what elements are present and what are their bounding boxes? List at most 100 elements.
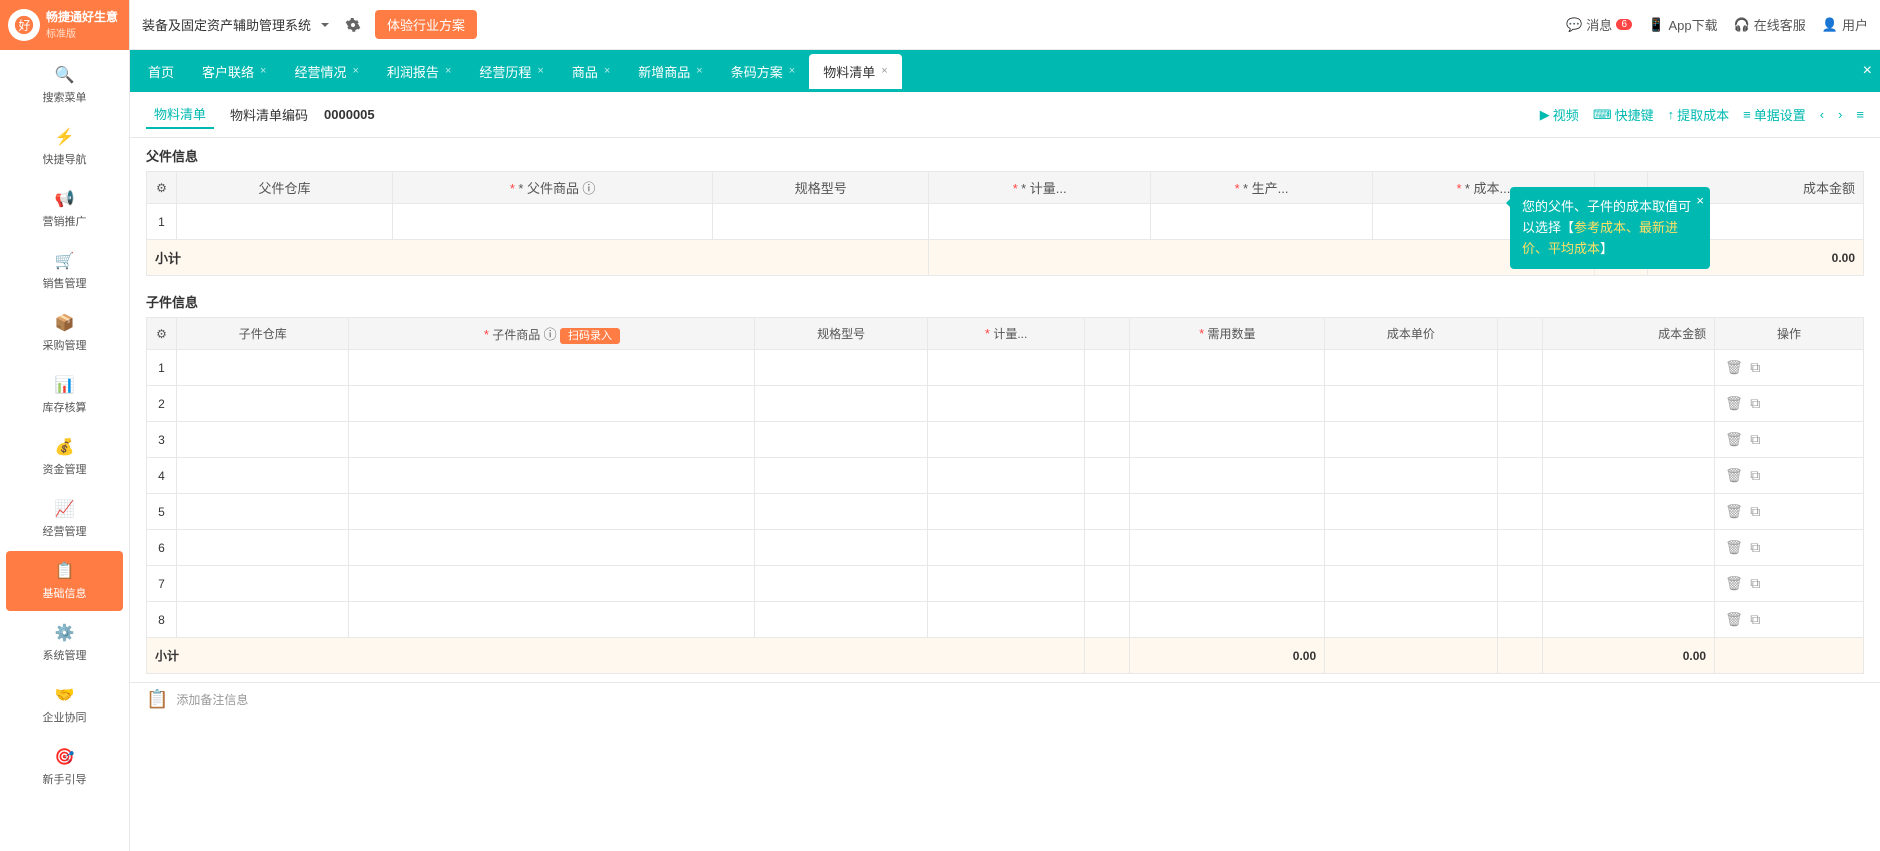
child-warehouse-cell[interactable] <box>177 350 349 386</box>
delete-icon[interactable]: 🗑 <box>1725 431 1743 447</box>
copy-icon[interactable]: ⧉ <box>1750 395 1760 411</box>
sidebar-item-finance[interactable]: 💰 资金管理 <box>6 427 123 487</box>
child-unit-cost-cell[interactable] <box>1325 422 1497 458</box>
child-unit-cost-cell[interactable] <box>1325 494 1497 530</box>
close-all-tabs[interactable]: × <box>1859 58 1876 84</box>
child-goods-cell[interactable] <box>349 458 755 494</box>
tab-history-close[interactable]: × <box>537 65 543 77</box>
tab-profit[interactable]: 利润报告 × <box>373 54 465 89</box>
parent-th-settings[interactable]: ⚙ <box>147 172 177 204</box>
child-spec-cell[interactable] <box>755 602 927 638</box>
sidebar-item-marketing[interactable]: 📢 营销推广 <box>6 179 123 239</box>
tooltip-close-btn[interactable]: × <box>1696 191 1704 212</box>
copy-icon[interactable]: ⧉ <box>1750 611 1760 627</box>
tab-operations-close[interactable]: × <box>352 65 358 77</box>
tab-customer-close[interactable]: × <box>260 65 266 77</box>
sidebar-item-sales[interactable]: 🛒 销售管理 <box>6 241 123 301</box>
sidebar-item-operations[interactable]: 📈 经营管理 <box>6 489 123 549</box>
sidebar-item-purchase[interactable]: 📦 采购管理 <box>6 303 123 363</box>
tab-barcode[interactable]: 条码方案 × <box>717 54 809 89</box>
user-button[interactable]: 👤 用户 <box>1822 15 1868 34</box>
system-dropdown[interactable] <box>319 19 331 31</box>
parent-warehouse-cell[interactable] <box>177 204 393 240</box>
child-qty-cell[interactable] <box>1130 386 1325 422</box>
child-warehouse-cell[interactable] <box>177 458 349 494</box>
gear-button[interactable] <box>339 11 367 39</box>
child-warehouse-cell[interactable] <box>177 494 349 530</box>
sidebar-item-search[interactable]: 🔍 搜索菜单 <box>6 55 123 115</box>
child-warehouse-cell[interactable] <box>177 602 349 638</box>
child-goods-cell[interactable] <box>349 386 755 422</box>
parent-spec-cell[interactable] <box>713 204 929 240</box>
delete-icon[interactable]: 🗑 <box>1725 503 1743 519</box>
tab-bom-close[interactable]: × <box>881 65 887 77</box>
child-unit-cell[interactable] <box>927 566 1085 602</box>
tab-bom[interactable]: 物料清单 × <box>809 54 901 89</box>
child-qty-cell[interactable] <box>1130 350 1325 386</box>
child-warehouse-cell[interactable] <box>177 530 349 566</box>
tab-customer[interactable]: 客户联络 × <box>188 54 280 89</box>
online-service-button[interactable]: 🎧 在线客服 <box>1734 15 1806 34</box>
child-qty-cell[interactable] <box>1130 494 1325 530</box>
sidebar-item-basic-info[interactable]: 📋 基础信息 <box>6 551 123 611</box>
next-btn[interactable]: › <box>1838 107 1842 122</box>
child-spec-cell[interactable] <box>755 422 927 458</box>
delete-icon[interactable]: 🗑 <box>1725 611 1743 627</box>
tab-profit-close[interactable]: × <box>445 65 451 77</box>
child-unit-cost-cell[interactable] <box>1325 350 1497 386</box>
child-unit-cost-cell[interactable] <box>1325 530 1497 566</box>
tab-barcode-close[interactable]: × <box>789 65 795 77</box>
copy-icon[interactable]: ⧉ <box>1750 467 1760 483</box>
parent-production-cell[interactable] <box>1151 204 1373 240</box>
tab-new-goods[interactable]: 新增商品 × <box>624 54 716 89</box>
child-goods-cell[interactable] <box>349 566 755 602</box>
child-qty-cell[interactable] <box>1130 530 1325 566</box>
child-unit-cell[interactable] <box>927 386 1085 422</box>
child-spec-cell[interactable] <box>755 458 927 494</box>
copy-icon[interactable]: ⧉ <box>1750 503 1760 519</box>
copy-icon[interactable]: ⧉ <box>1750 575 1760 591</box>
child-spec-cell[interactable] <box>755 494 927 530</box>
sidebar-item-quicknav[interactable]: ⚡ 快捷导航 <box>6 117 123 177</box>
copy-icon[interactable]: ⧉ <box>1750 359 1760 375</box>
child-unit-cell[interactable] <box>927 350 1085 386</box>
child-goods-cell[interactable] <box>349 602 755 638</box>
child-unit-cell[interactable] <box>927 422 1085 458</box>
child-qty-cell[interactable] <box>1130 602 1325 638</box>
message-button[interactable]: 💬 消息 6 <box>1566 15 1632 34</box>
prev-btn[interactable]: ‹ <box>1820 107 1824 122</box>
sidebar-item-collab[interactable]: 🤝 企业协同 <box>6 675 123 735</box>
scan-button[interactable]: 扫码录入 <box>560 328 620 344</box>
child-th-settings[interactable]: ⚙ <box>147 318 177 350</box>
delete-icon[interactable]: 🗑 <box>1725 359 1743 375</box>
child-warehouse-cell[interactable] <box>177 422 349 458</box>
parent-unit-cell[interactable] <box>929 204 1151 240</box>
app-download-button[interactable]: 📱 App下载 <box>1648 15 1717 34</box>
child-unit-cost-cell[interactable] <box>1325 566 1497 602</box>
child-goods-cell[interactable] <box>349 530 755 566</box>
video-btn[interactable]: ▶ 视频 <box>1540 105 1579 124</box>
child-unit-cell[interactable] <box>927 530 1085 566</box>
child-unit-cell[interactable] <box>927 458 1085 494</box>
list-view-btn[interactable]: ≡ <box>1856 107 1864 122</box>
child-goods-cell[interactable] <box>349 422 755 458</box>
child-spec-cell[interactable] <box>755 350 927 386</box>
child-qty-cell[interactable] <box>1130 566 1325 602</box>
extract-cost-btn[interactable]: ↑ 提取成本 <box>1668 105 1730 124</box>
shortcut-btn[interactable]: ⌨ 快捷键 <box>1593 105 1654 124</box>
tab-goods[interactable]: 商品 × <box>558 54 624 89</box>
note-text[interactable]: 添加备注信息 <box>176 691 248 708</box>
tab-history[interactable]: 经营历程 × <box>465 54 557 89</box>
child-spec-cell[interactable] <box>755 530 927 566</box>
child-qty-cell[interactable] <box>1130 422 1325 458</box>
child-warehouse-cell[interactable] <box>177 386 349 422</box>
child-goods-cell[interactable] <box>349 494 755 530</box>
tab-new-goods-close[interactable]: × <box>696 65 702 77</box>
delete-icon[interactable]: 🗑 <box>1725 575 1743 591</box>
delete-icon[interactable]: 🗑 <box>1725 539 1743 555</box>
doc-settings-btn[interactable]: ≡ 单据设置 <box>1743 105 1806 124</box>
child-unit-cost-cell[interactable] <box>1325 386 1497 422</box>
child-spec-cell[interactable] <box>755 386 927 422</box>
tab-operations[interactable]: 经营情况 × <box>280 54 372 89</box>
copy-icon[interactable]: ⧉ <box>1750 431 1760 447</box>
